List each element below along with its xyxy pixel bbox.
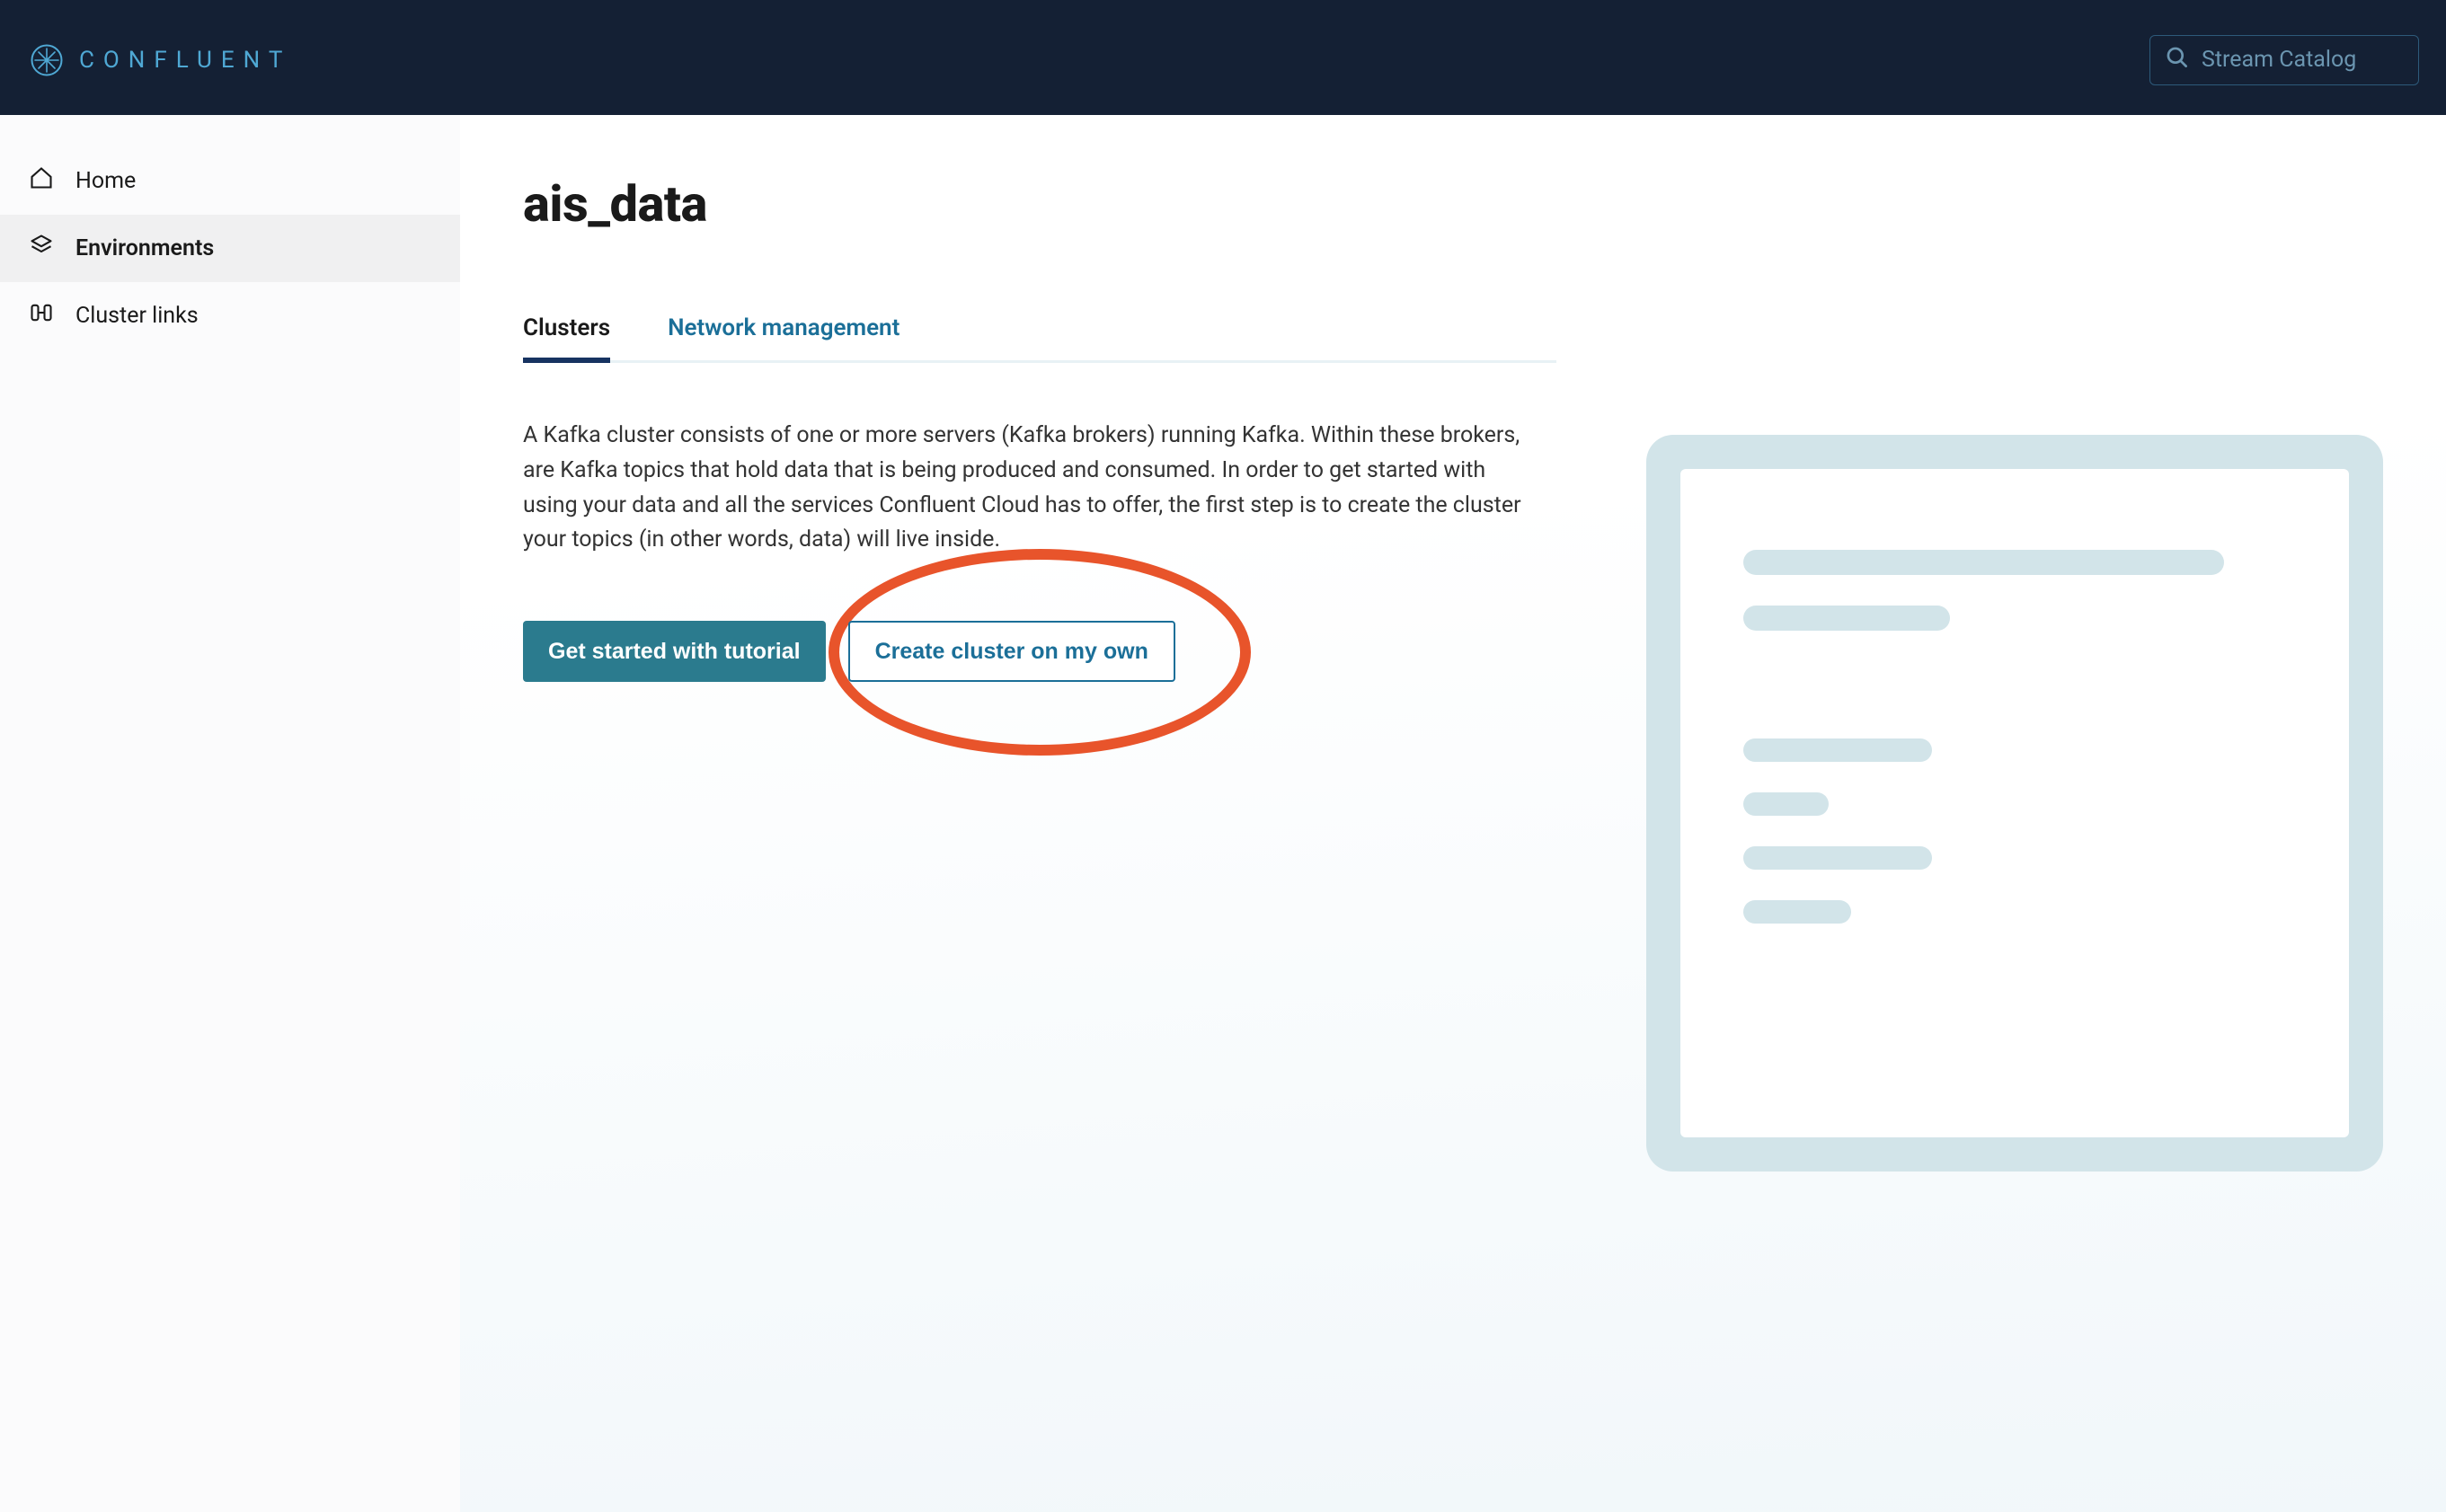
body: Home Environments Cluster links: [0, 115, 2446, 1512]
layers-icon: [29, 233, 54, 264]
sidebar-item-cluster-links[interactable]: Cluster links: [0, 282, 460, 349]
stream-catalog-search[interactable]: Stream Catalog: [2149, 35, 2419, 85]
sidebar: Home Environments Cluster links: [0, 115, 460, 1512]
tab-clusters[interactable]: Clusters: [523, 314, 610, 363]
tab-network-management[interactable]: Network management: [668, 314, 900, 363]
sidebar-item-label: Home: [75, 168, 136, 194]
home-icon: [29, 165, 54, 197]
action-buttons: Get started with tutorial Create cluster…: [523, 621, 1556, 682]
main-content: ais_data Clusters Network management A K…: [460, 115, 2446, 1512]
get-started-tutorial-button[interactable]: Get started with tutorial: [523, 621, 826, 682]
tab-label: Clusters: [523, 314, 610, 341]
sidebar-item-label: Cluster links: [75, 303, 199, 329]
brand-logo[interactable]: CONFLUENT: [31, 44, 291, 76]
search-icon: [2165, 45, 2189, 75]
sidebar-item-label: Environments: [75, 235, 214, 261]
sidebar-item-home[interactable]: Home: [0, 147, 460, 215]
cluster-description: A Kafka cluster consists of one or more …: [523, 419, 1538, 558]
tabs: Clusters Network management: [523, 314, 1556, 363]
app-header: CONFLUENT Stream Catalog: [0, 4, 2446, 115]
cluster-links-icon: [29, 300, 54, 332]
search-placeholder: Stream Catalog: [2202, 47, 2356, 73]
confluent-logo-icon: [31, 44, 63, 76]
brand-name: CONFLUENT: [79, 47, 291, 74]
button-label: Get started with tutorial: [548, 639, 801, 665]
empty-state-illustration: [1646, 435, 2383, 1172]
tab-label: Network management: [668, 314, 900, 341]
page-title: ais_data: [523, 174, 1556, 234]
button-label: Create cluster on my own: [875, 639, 1148, 665]
create-cluster-button[interactable]: Create cluster on my own: [848, 621, 1175, 682]
sidebar-item-environments[interactable]: Environments: [0, 215, 460, 282]
